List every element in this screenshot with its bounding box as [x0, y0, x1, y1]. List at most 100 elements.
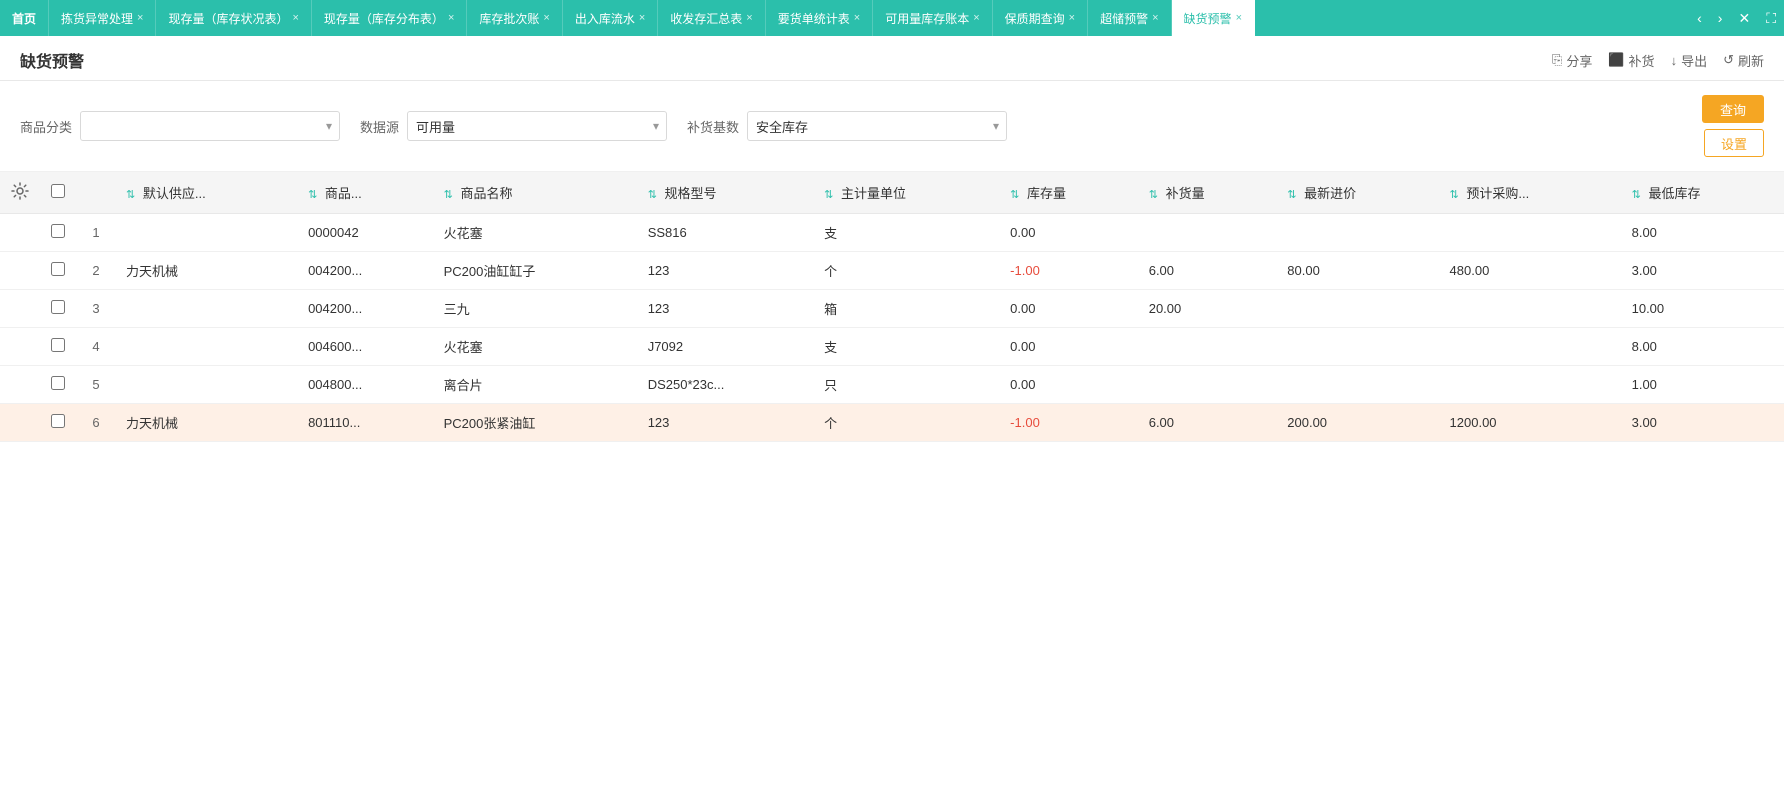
replenish-base-select[interactable]: 安全库存	[747, 111, 1007, 141]
replenish-icon: ⬛	[1608, 52, 1624, 68]
datasource-value: 可用量	[416, 117, 455, 136]
row-settings-cell	[0, 214, 40, 252]
row-latest-price: 80.00	[1277, 252, 1439, 290]
row-min-stock: 8.00	[1622, 214, 1784, 252]
category-filter-group: 商品分类 ▾	[20, 111, 340, 141]
row-checkbox-cell	[40, 404, 76, 442]
tab-scroll-left[interactable]: ‹	[1689, 6, 1710, 30]
close-shortage-tab[interactable]: ×	[1236, 12, 1242, 24]
row-num: 2	[76, 252, 116, 290]
close-demand-stat-tab[interactable]: ×	[854, 12, 860, 24]
row-est-purchase	[1440, 290, 1622, 328]
tab-close-all[interactable]: ✕	[1730, 6, 1758, 31]
tab-exception[interactable]: 拣货异常处理 ×	[49, 0, 156, 36]
tab-overstock[interactable]: 超储预警 ×	[1088, 0, 1171, 36]
tab-collect-send[interactable]: 收发存汇总表 ×	[658, 0, 765, 36]
close-inventory-dist-tab[interactable]: ×	[448, 12, 454, 24]
row-unit: 箱	[814, 290, 1000, 328]
tab-shortage[interactable]: 缺货预警 ×	[1172, 0, 1255, 36]
spec-column-header[interactable]: ⇅ 规格型号	[638, 172, 814, 214]
row-spec: SS816	[638, 214, 814, 252]
row-settings-cell	[0, 252, 40, 290]
row-replenish-qty: 20.00	[1139, 290, 1278, 328]
product-name-column-header[interactable]: ⇅ 商品名称	[434, 172, 638, 214]
category-select[interactable]	[80, 111, 340, 141]
category-filter-label: 商品分类	[20, 117, 72, 136]
tab-home[interactable]: 首页	[0, 0, 49, 36]
row-replenish-qty	[1139, 214, 1278, 252]
sort-icon: ⇅	[824, 189, 833, 201]
close-overstock-tab[interactable]: ×	[1152, 12, 1158, 24]
row-checkbox[interactable]	[51, 300, 65, 314]
product-code-column-header[interactable]: ⇅ 商品...	[298, 172, 434, 214]
close-collect-send-tab[interactable]: ×	[746, 12, 752, 24]
row-replenish-qty	[1139, 328, 1278, 366]
row-spec: 123	[638, 290, 814, 328]
row-stock: 0.00	[1000, 214, 1139, 252]
row-product-name: PC200张紧油缸	[434, 404, 638, 442]
checkbox-column-header	[40, 172, 76, 214]
row-checkbox[interactable]	[51, 224, 65, 238]
row-checkbox[interactable]	[51, 338, 65, 352]
min-stock-column-header[interactable]: ⇅ 最低库存	[1622, 172, 1784, 214]
row-stock: 0.00	[1000, 290, 1139, 328]
select-all-checkbox[interactable]	[51, 184, 65, 198]
row-unit: 支	[814, 328, 1000, 366]
replenish-base-filter-group: 补货基数 安全库存 ▾	[687, 111, 1007, 141]
shortage-table: ⇅ 默认供应... ⇅ 商品... ⇅ 商品名称 ⇅ 规格型号	[0, 172, 1784, 442]
refresh-button[interactable]: ↺ 刷新	[1723, 51, 1764, 70]
sort-icon: ⇅	[648, 189, 657, 201]
row-unit: 只	[814, 366, 1000, 404]
row-checkbox[interactable]	[51, 414, 65, 428]
close-batch-account-tab[interactable]: ×	[543, 12, 549, 24]
query-button[interactable]: 查询	[1702, 95, 1764, 123]
row-product-code: 004200...	[298, 290, 434, 328]
supplier-column-header[interactable]: ⇅ 默认供应...	[116, 172, 298, 214]
row-min-stock: 8.00	[1622, 328, 1784, 366]
datasource-filter-group: 数据源 可用量 ▾	[360, 111, 667, 141]
share-button[interactable]: ⎘ 分享	[1552, 51, 1592, 70]
close-inout-flow-tab[interactable]: ×	[639, 12, 645, 24]
latest-price-column-header[interactable]: ⇅ 最新进价	[1277, 172, 1439, 214]
row-product-code: 004800...	[298, 366, 434, 404]
row-checkbox[interactable]	[51, 376, 65, 390]
sort-icon: ⇅	[308, 189, 317, 201]
row-spec: DS250*23c...	[638, 366, 814, 404]
row-settings-cell	[0, 404, 40, 442]
replenish-qty-column-header[interactable]: ⇅ 补货量	[1139, 172, 1278, 214]
gear-icon[interactable]	[11, 182, 29, 200]
tab-inventory-status[interactable]: 现存量（库存状况表） ×	[156, 0, 311, 36]
datasource-select[interactable]: 可用量	[407, 111, 667, 141]
datasource-select-wrapper: 可用量 ▾	[407, 111, 667, 141]
replenish-base-value: 安全库存	[756, 117, 808, 136]
tab-inout-flow[interactable]: 出入库流水 ×	[563, 0, 658, 36]
close-inventory-status-tab[interactable]: ×	[292, 12, 298, 24]
tab-inventory-dist[interactable]: 现存量（库存分布表） ×	[312, 0, 467, 36]
tab-expand[interactable]: ⛶	[1758, 6, 1784, 31]
table-row: 6 力天机械 801110... PC200张紧油缸 123 个 -1.00 6…	[0, 404, 1784, 442]
export-button[interactable]: ↓ 导出	[1671, 51, 1708, 70]
est-purchase-column-header[interactable]: ⇅ 预计采购...	[1440, 172, 1622, 214]
table-header-row: ⇅ 默认供应... ⇅ 商品... ⇅ 商品名称 ⇅ 规格型号	[0, 172, 1784, 214]
unit-column-header[interactable]: ⇅ 主计量单位	[814, 172, 1000, 214]
tab-demand-stat[interactable]: 要货单统计表 ×	[766, 0, 873, 36]
close-available-ledger-tab[interactable]: ×	[973, 12, 979, 24]
row-replenish-qty: 6.00	[1139, 404, 1278, 442]
tab-nav-buttons: ‹ › ✕ ⛶	[1689, 6, 1784, 31]
row-product-name: 三九	[434, 290, 638, 328]
close-expiry-tab[interactable]: ×	[1069, 12, 1075, 24]
tab-expiry[interactable]: 保质期查询 ×	[993, 0, 1088, 36]
tab-available-ledger[interactable]: 可用量库存账本 ×	[873, 0, 992, 36]
row-checkbox[interactable]	[51, 262, 65, 276]
tab-batch-account[interactable]: 库存批次账 ×	[467, 0, 562, 36]
row-stock: -1.00	[1000, 404, 1139, 442]
num-column-header	[76, 172, 116, 214]
close-exception-tab[interactable]: ×	[137, 12, 143, 24]
replenish-button[interactable]: ⬛ 补货	[1608, 51, 1654, 70]
tab-scroll-right[interactable]: ›	[1710, 6, 1731, 30]
filter-actions: 查询 设置	[1702, 95, 1764, 157]
row-product-code: 801110...	[298, 404, 434, 442]
stock-column-header[interactable]: ⇅ 库存量	[1000, 172, 1139, 214]
replenish-base-select-wrapper: 安全库存 ▾	[747, 111, 1007, 141]
settings-button[interactable]: 设置	[1704, 129, 1764, 157]
